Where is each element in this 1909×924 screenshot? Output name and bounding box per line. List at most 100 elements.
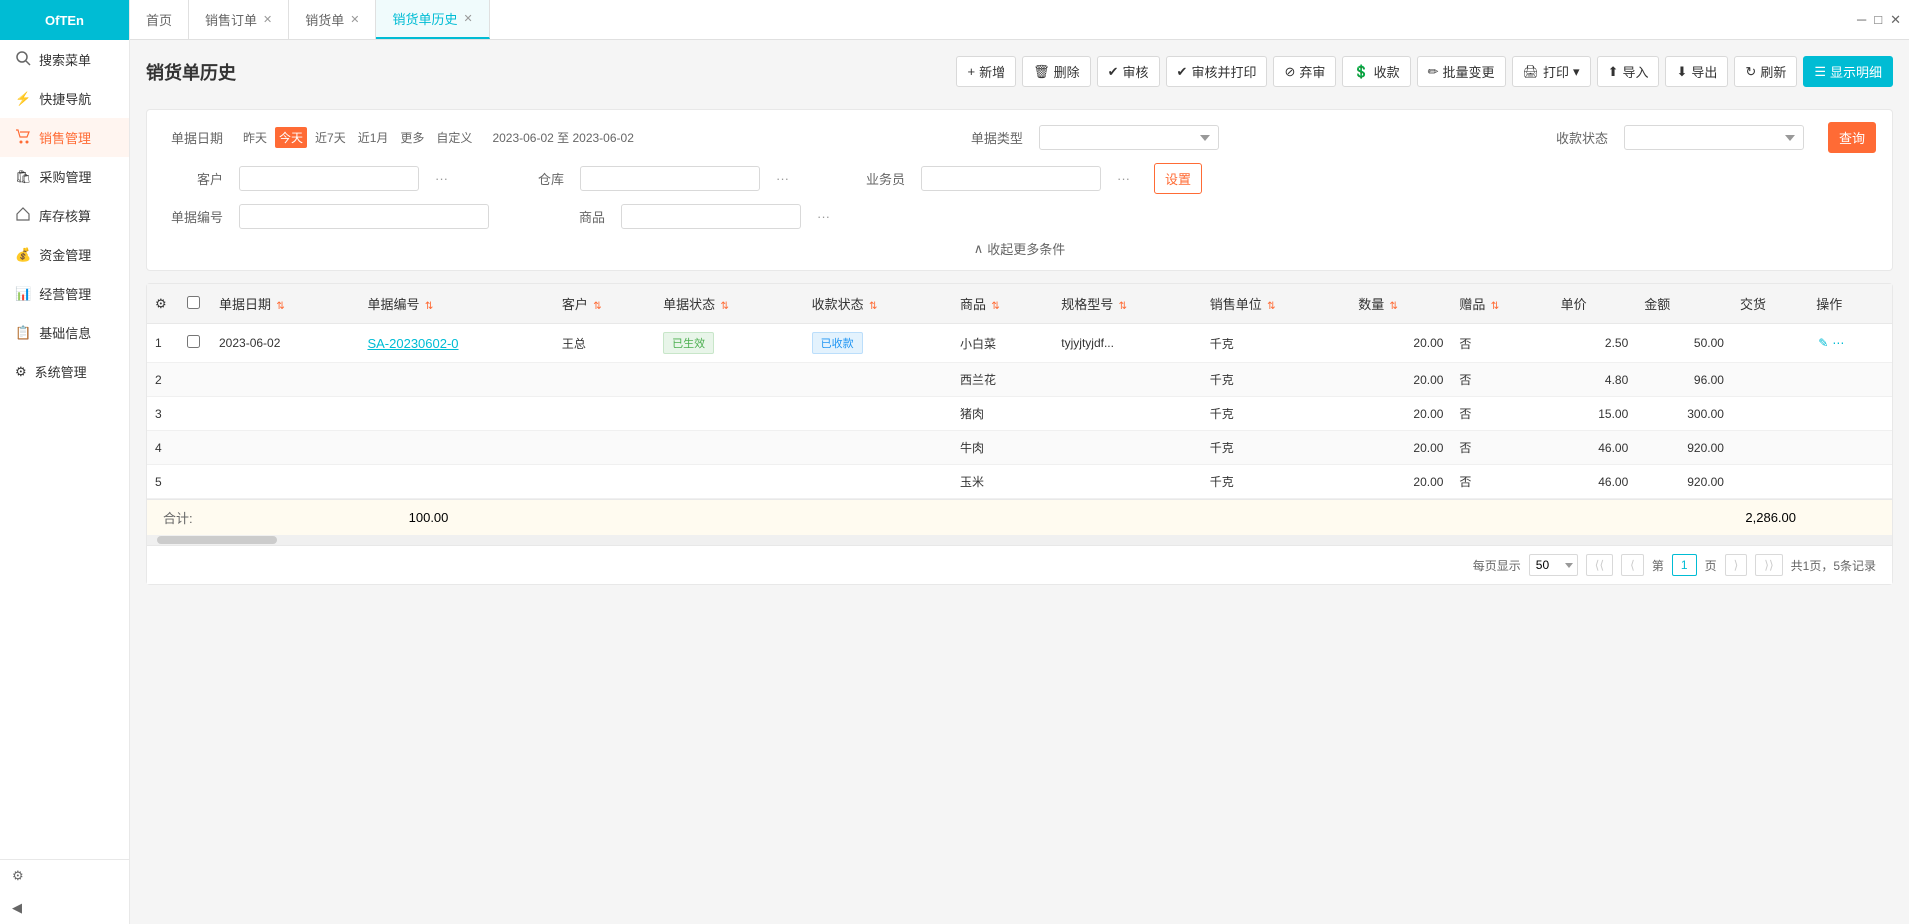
sidebar-item-purchase-mgmt[interactable]: 🛍 采购管理 bbox=[0, 157, 129, 196]
more-action[interactable]: ⋯ bbox=[1832, 336, 1844, 350]
page-last-button[interactable]: ⟩⟩ bbox=[1755, 554, 1782, 576]
sidebar-item-basic-info[interactable]: 📋 基础信息 bbox=[0, 313, 129, 352]
sidebar-bottom-collapse[interactable]: ◀ bbox=[0, 892, 129, 924]
doc-type-select[interactable] bbox=[1039, 125, 1219, 150]
select-all-checkbox[interactable] bbox=[187, 296, 200, 309]
import-button[interactable]: ⬆ 导入 bbox=[1597, 56, 1660, 87]
customer-dots[interactable]: ··· bbox=[435, 171, 448, 186]
collapse-more-btn[interactable]: ∧ 收起更多条件 bbox=[163, 239, 1876, 258]
salesperson-input[interactable] bbox=[921, 166, 1101, 191]
salesperson-dots[interactable]: ··· bbox=[1117, 171, 1130, 186]
sidebar-item-ops-mgmt[interactable]: 📊 经营管理 bbox=[0, 274, 129, 313]
print-button[interactable]: 🖨 打印 ▾ bbox=[1512, 56, 1591, 87]
sidebar-item-finance-mgmt[interactable]: 💰 资金管理 bbox=[0, 235, 129, 274]
cell-doc-no[interactable] bbox=[359, 397, 553, 431]
page-first-button[interactable]: ⟨⟨ bbox=[1586, 554, 1613, 576]
date-7days[interactable]: 近7天 bbox=[311, 127, 350, 148]
date-today[interactable]: 今天 bbox=[275, 127, 307, 148]
sidebar-item-system-mgmt[interactable]: ⚙ 系统管理 bbox=[0, 352, 129, 391]
date-more[interactable]: 更多 bbox=[396, 127, 428, 148]
tab-minimize-icon[interactable]: ─ bbox=[1857, 12, 1866, 27]
cell-unit-price: 4.80 bbox=[1553, 363, 1637, 397]
payment-status-select[interactable] bbox=[1624, 125, 1804, 150]
sidebar-item-search-menu[interactable]: 搜索菜单 bbox=[0, 40, 129, 79]
tab-sales-history[interactable]: 销货单历史 ✕ bbox=[376, 0, 489, 39]
tab-sales-order[interactable]: 销售订单 ✕ bbox=[189, 0, 289, 39]
cell-check[interactable] bbox=[179, 324, 211, 363]
th-doc-status[interactable]: 单据状态 ⇅ bbox=[655, 284, 803, 324]
warehouse-dots[interactable]: ··· bbox=[776, 171, 789, 186]
th-date[interactable]: 单据日期 ⇅ bbox=[211, 284, 359, 324]
tab-home[interactable]: 首页 bbox=[130, 0, 189, 39]
cell-goods: 玉米 bbox=[952, 465, 1053, 499]
th-qty[interactable]: 数量 ⇅ bbox=[1350, 284, 1451, 324]
cell-check[interactable] bbox=[179, 431, 211, 465]
edit-action[interactable]: ✎ bbox=[1818, 336, 1828, 350]
tab-close-window-icon[interactable]: ✕ bbox=[1890, 12, 1901, 28]
scrollbar-thumb[interactable] bbox=[157, 536, 277, 544]
sidebar-item-label: 搜索菜单 bbox=[39, 50, 91, 69]
show-detail-button[interactable]: ☰ 显示明细 bbox=[1803, 56, 1893, 87]
new-button[interactable]: + 新增 bbox=[956, 56, 1016, 87]
cell-doc-no[interactable] bbox=[359, 465, 553, 499]
date-1month[interactable]: 近1月 bbox=[354, 127, 393, 148]
cell-doc-no[interactable]: SA-20230602-0 bbox=[359, 324, 553, 363]
th-spec[interactable]: 规格型号 ⇅ bbox=[1053, 284, 1201, 324]
tab-close-sales-delivery[interactable]: ✕ bbox=[350, 13, 359, 26]
tab-close-sales-order[interactable]: ✕ bbox=[263, 13, 272, 26]
th-check[interactable] bbox=[179, 284, 211, 324]
audit-print-button[interactable]: ✔ 审核并打印 bbox=[1166, 56, 1268, 87]
warehouse-input[interactable] bbox=[580, 166, 760, 191]
refresh-button[interactable]: ↻ 刷新 bbox=[1734, 56, 1797, 87]
abandon-button[interactable]: ⊘ 弃审 bbox=[1273, 56, 1336, 87]
cell-pay-status: 已收款 bbox=[804, 324, 952, 363]
cell-doc-no[interactable] bbox=[359, 431, 553, 465]
th-unit-price[interactable]: 单价 bbox=[1553, 284, 1637, 324]
cell-amount: 920.00 bbox=[1636, 431, 1732, 465]
query-button[interactable]: 查询 bbox=[1828, 122, 1876, 153]
sidebar-item-inventory-calc[interactable]: 库存核算 bbox=[0, 196, 129, 235]
customer-input[interactable] bbox=[239, 166, 419, 191]
row-checkbox[interactable] bbox=[187, 335, 200, 348]
page-next-button[interactable]: ⟩ bbox=[1725, 554, 1748, 576]
cell-doc-status bbox=[655, 431, 803, 465]
th-trade[interactable]: 交货 bbox=[1732, 284, 1808, 324]
sidebar-item-sales-mgmt[interactable]: 销售管理 bbox=[0, 118, 129, 157]
tab-sales-delivery[interactable]: 销货单 ✕ bbox=[289, 0, 376, 39]
th-customer[interactable]: 客户 ⇅ bbox=[554, 284, 655, 324]
goods-dots[interactable]: ··· bbox=[817, 209, 830, 224]
cell-check[interactable] bbox=[179, 465, 211, 499]
goods-input[interactable] bbox=[621, 204, 801, 229]
tab-close-sales-history[interactable]: ✕ bbox=[464, 12, 473, 25]
collect-button[interactable]: 💲 收款 bbox=[1342, 56, 1410, 87]
doc-no-link[interactable]: SA-20230602-0 bbox=[367, 336, 458, 351]
delete-button[interactable]: 🗑 删除 bbox=[1022, 56, 1091, 87]
th-payment-status[interactable]: 收款状态 ⇅ bbox=[804, 284, 952, 324]
page-prev-button[interactable]: ⟨ bbox=[1621, 554, 1644, 576]
th-unit[interactable]: 销售单位 ⇅ bbox=[1202, 284, 1350, 324]
cell-unit: 千克 bbox=[1202, 431, 1350, 465]
date-yesterday[interactable]: 昨天 bbox=[239, 127, 271, 148]
batch-change-button[interactable]: ✏ 批量变更 bbox=[1417, 56, 1506, 87]
th-gift[interactable]: 赠品 ⇅ bbox=[1451, 284, 1552, 324]
th-doc-no[interactable]: 单据编号 ⇅ bbox=[359, 284, 553, 324]
horizontal-scrollbar[interactable] bbox=[147, 535, 1892, 545]
th-goods[interactable]: 商品 ⇅ bbox=[952, 284, 1053, 324]
th-amount[interactable]: 金额 bbox=[1636, 284, 1732, 324]
th-gear[interactable]: ⚙ bbox=[147, 284, 179, 324]
footer-total-amount: 2,286.00 bbox=[1745, 510, 1876, 525]
lightning-icon: ⚡ bbox=[15, 91, 31, 107]
cell-check[interactable] bbox=[179, 397, 211, 431]
settings-button[interactable]: 设置 bbox=[1154, 163, 1202, 194]
settings-icon-th[interactable]: ⚙ bbox=[155, 296, 167, 311]
sidebar-item-quick-nav[interactable]: ⚡ 快捷导航 bbox=[0, 79, 129, 118]
cell-doc-no[interactable] bbox=[359, 363, 553, 397]
sidebar-bottom-settings[interactable]: ⚙ bbox=[0, 860, 129, 892]
doc-no-input[interactable] bbox=[239, 204, 489, 229]
export-button[interactable]: ⬇ 导出 bbox=[1665, 56, 1728, 87]
date-custom[interactable]: 自定义 bbox=[432, 127, 476, 148]
cell-check[interactable] bbox=[179, 363, 211, 397]
audit-button[interactable]: ✔ 审核 bbox=[1097, 56, 1160, 87]
tab-maximize-icon[interactable]: □ bbox=[1874, 12, 1882, 27]
per-page-select[interactable]: 50 100 200 bbox=[1529, 554, 1578, 576]
